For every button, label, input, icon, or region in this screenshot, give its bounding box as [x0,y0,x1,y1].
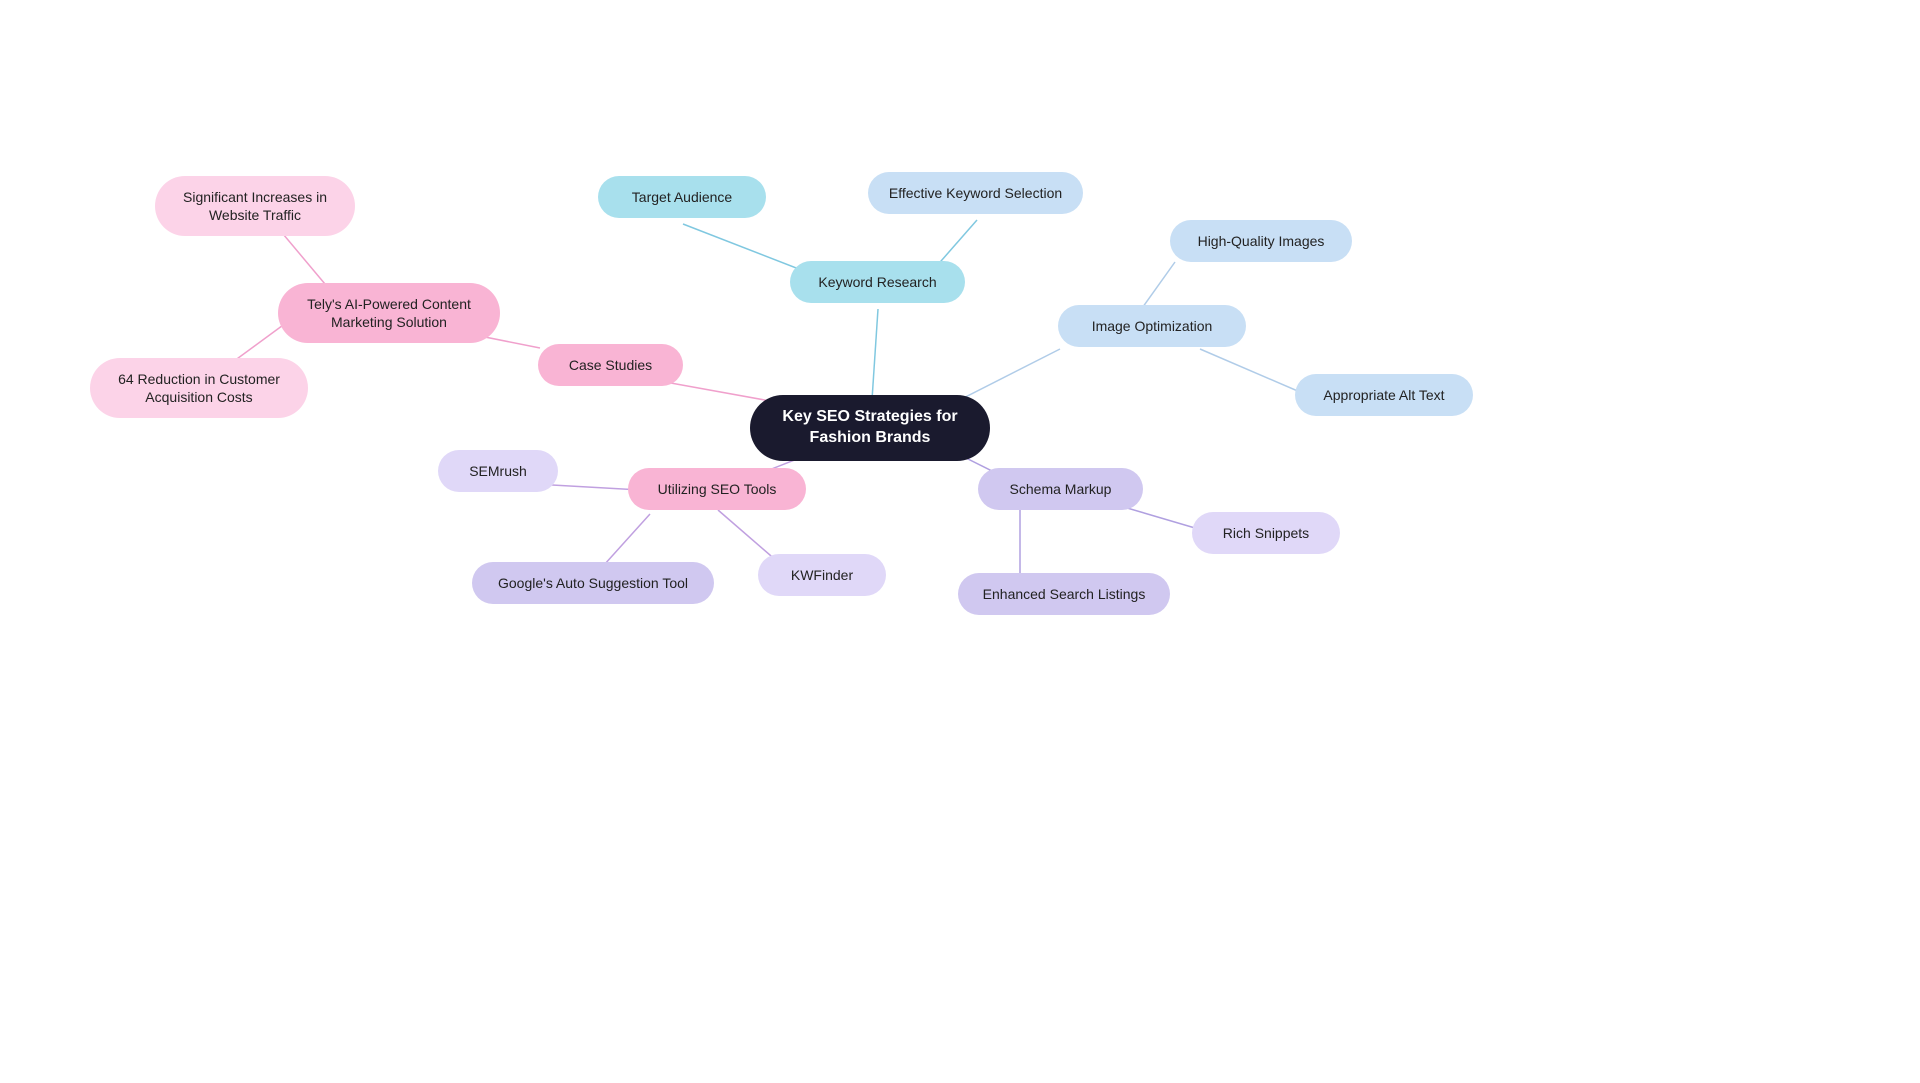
target-audience-node: Target Audience [598,176,766,218]
case-studies-node: Case Studies [538,344,683,386]
utilizing-seo-node: Utilizing SEO Tools [628,468,806,510]
semrush-node: SEMrush [438,450,558,492]
tely-solution-node: Tely's AI-Powered Content Marketing Solu… [278,283,500,343]
google-tool-node: Google's Auto Suggestion Tool [472,562,714,604]
appropriate-alt-node: Appropriate Alt Text [1295,374,1473,416]
image-optimization-node: Image Optimization [1058,305,1246,347]
rich-snippets-node: Rich Snippets [1192,512,1340,554]
reduction-costs-node: 64 Reduction in Customer Acquisition Cos… [90,358,308,418]
enhanced-search-node: Enhanced Search Listings [958,573,1170,615]
keyword-research-node: Keyword Research [790,261,965,303]
high-quality-node: High-Quality Images [1170,220,1352,262]
significant-traffic-node: Significant Increases in Website Traffic [155,176,355,236]
kwfinder-node: KWFinder [758,554,886,596]
center-node: Key SEO Strategies for Fashion Brands [750,395,990,461]
effective-keyword-node: Effective Keyword Selection [868,172,1083,214]
schema-markup-node: Schema Markup [978,468,1143,510]
